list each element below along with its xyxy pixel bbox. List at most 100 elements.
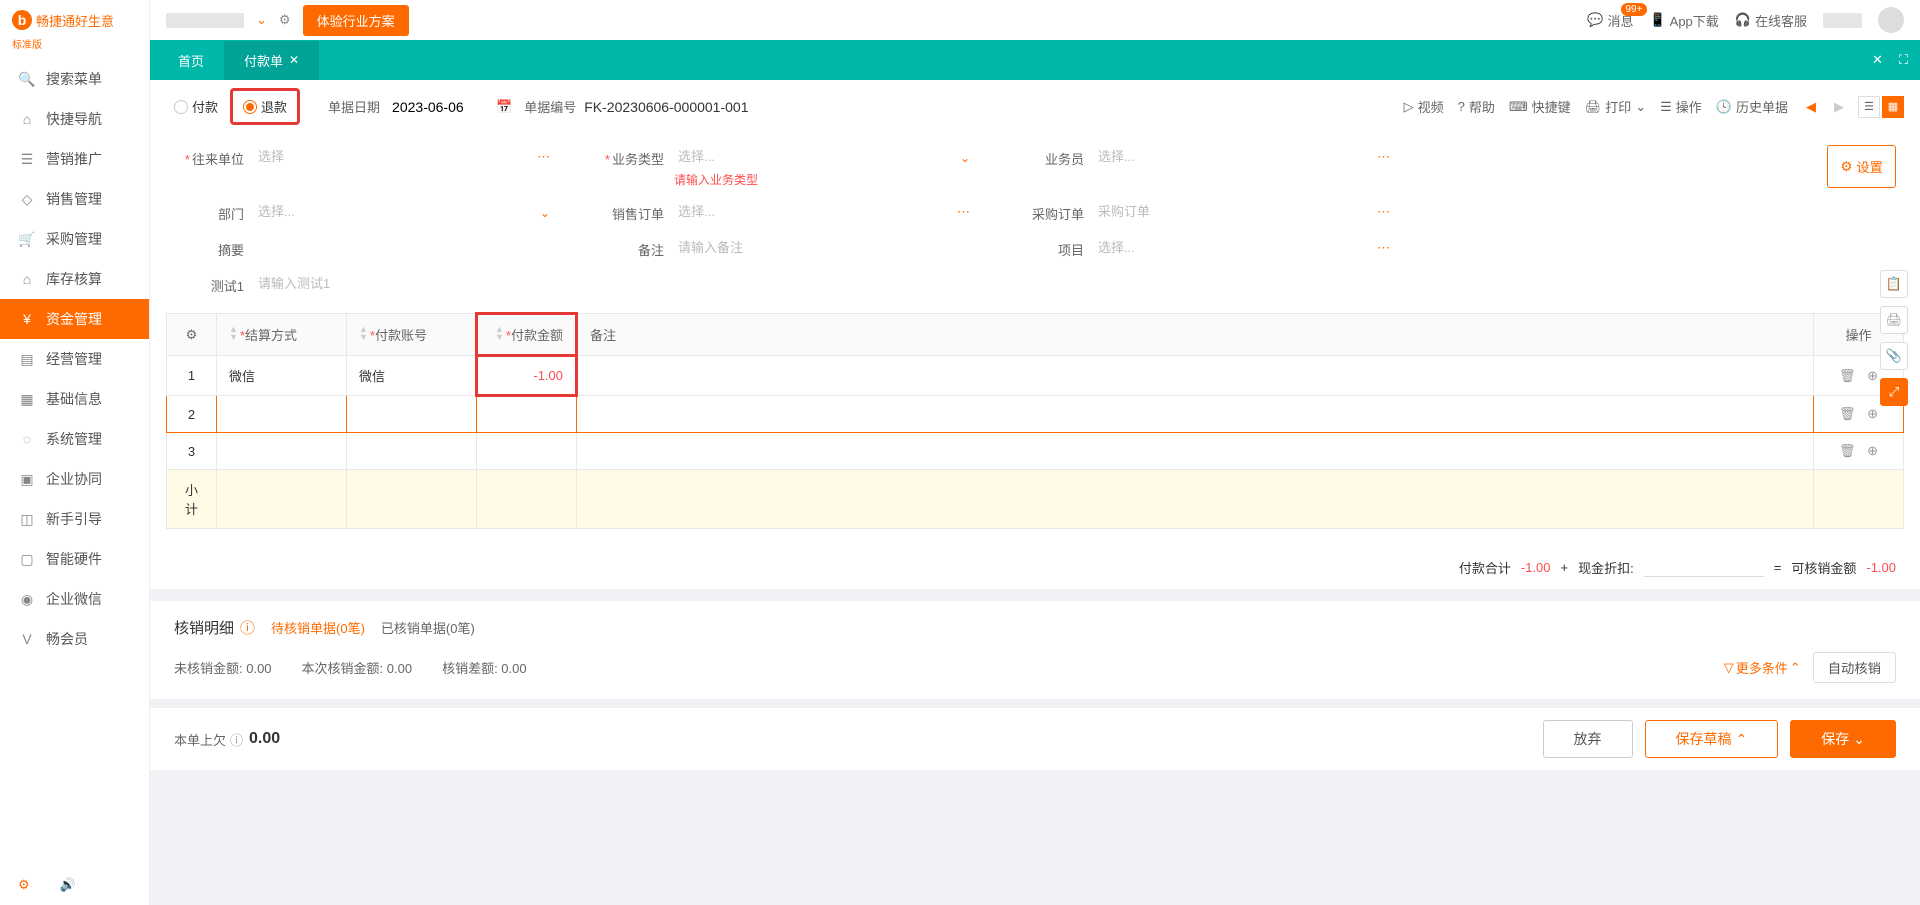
sidebar-item[interactable]: ▣企业协同 <box>0 459 149 499</box>
info-icon[interactable]: ⓘ <box>230 730 243 749</box>
prev-doc-arrow[interactable]: ◀ <box>1802 99 1820 115</box>
th-gear[interactable]: ⚙ <box>167 314 217 356</box>
app-download-link[interactable]: 📱 App下载 <box>1649 11 1718 30</box>
radio-refund[interactable]: 退款 <box>235 93 295 120</box>
more-dots-icon[interactable]: ⋯ <box>1377 149 1390 165</box>
form-settings-button[interactable]: ⚙ 设置 <box>1827 145 1896 188</box>
th-amount[interactable]: ▲▼付款金额 <box>477 314 577 356</box>
verify-tab-done[interactable]: 已核销单据(0笔) <box>381 618 475 637</box>
delete-row-icon[interactable]: 🗑 <box>1839 368 1856 383</box>
purchase-order-select[interactable] <box>1094 200 1394 224</box>
add-row-icon[interactable]: ⊕ <box>1867 406 1878 421</box>
cell-amount[interactable] <box>477 396 577 433</box>
float-tool-note[interactable]: 📋 <box>1880 270 1908 298</box>
sidebar-item[interactable]: ▢智能硬件 <box>0 539 149 579</box>
discard-button[interactable]: 放弃 <box>1543 720 1633 758</box>
th-method[interactable]: ▲▼结算方式 <box>217 314 347 356</box>
cell-remark[interactable] <box>577 356 1814 396</box>
more-dots-icon[interactable]: ⋯ <box>1377 240 1390 256</box>
tab-close-all-icon[interactable]: ✕ <box>1868 48 1887 72</box>
more-conditions-link[interactable]: ▽ 更多条件 ⌃ <box>1724 658 1801 677</box>
tab[interactable]: 首页 <box>158 41 224 80</box>
clerk-select[interactable] <box>1094 145 1394 169</box>
test1-input[interactable] <box>254 272 554 296</box>
float-tool-expand[interactable]: ⤢ <box>1880 378 1908 406</box>
summary-input[interactable] <box>254 236 554 260</box>
biz-type-select[interactable] <box>674 145 974 169</box>
sidebar-item[interactable]: 🔍搜索菜单 <box>0 59 149 99</box>
radio-payment[interactable]: 付款 <box>166 93 226 120</box>
support-link[interactable]: 🎧 在线客服 <box>1735 11 1807 30</box>
unit-select[interactable] <box>254 145 554 169</box>
th-account[interactable]: ▲▼付款账号 <box>347 314 477 356</box>
th-remark[interactable]: 备注 <box>577 314 1814 356</box>
doc-date-input[interactable] <box>388 95 488 119</box>
remark-input[interactable] <box>674 236 974 260</box>
cell-account[interactable] <box>347 396 477 433</box>
tab-close-icon[interactable]: ✕ <box>289 53 299 67</box>
info-icon[interactable]: ⓘ <box>240 617 255 638</box>
sidebar-item[interactable]: ◉企业微信 <box>0 579 149 619</box>
table-row[interactable]: 3 🗑 ⊕ <box>167 433 1904 470</box>
save-draft-button[interactable]: 保存草稿 ⌃ <box>1645 720 1779 758</box>
shortcut-link[interactable]: ⌨快捷键 <box>1509 97 1571 116</box>
discount-input[interactable] <box>1644 557 1764 577</box>
delete-row-icon[interactable]: 🗑 <box>1839 406 1856 421</box>
cell-remark[interactable] <box>577 433 1814 470</box>
add-row-icon[interactable]: ⊕ <box>1867 368 1878 383</box>
video-link[interactable]: ▷视频 <box>1404 97 1444 116</box>
try-industry-button[interactable]: 体验行业方案 <box>303 5 409 36</box>
sale-order-select[interactable] <box>674 200 974 224</box>
sidebar-item[interactable]: ▤经营管理 <box>0 339 149 379</box>
cell-amount[interactable] <box>477 433 577 470</box>
more-dots-icon[interactable]: ⋯ <box>537 149 550 165</box>
sidebar-item[interactable]: ◌系统管理 <box>0 419 149 459</box>
project-select[interactable] <box>1094 236 1394 260</box>
more-dots-icon[interactable]: ⋯ <box>1377 204 1390 220</box>
cell-account[interactable]: 微信 <box>347 356 477 396</box>
float-tool-attach[interactable]: 📎 <box>1880 342 1908 370</box>
cell-amount[interactable]: -1.00 <box>477 356 577 396</box>
auto-verify-button[interactable]: 自动核销 <box>1813 652 1896 683</box>
biz-type-error: 请输入业务类型 <box>674 171 974 188</box>
tab-fullscreen-icon[interactable]: ⛶ <box>1895 48 1912 72</box>
chevron-down-icon[interactable]: ⌄ <box>256 12 267 28</box>
settings-icon[interactable]: ⚙ <box>279 12 291 28</box>
cell-account[interactable] <box>347 433 477 470</box>
float-tool-print[interactable]: 🖨 <box>1880 306 1908 334</box>
verify-tab-pending[interactable]: 待核销单据(0笔) <box>271 618 365 637</box>
messages-link[interactable]: 💬 消息 99+ <box>1587 11 1633 30</box>
delete-row-icon[interactable]: 🗑 <box>1839 443 1856 458</box>
calendar-icon[interactable]: 📅 <box>496 99 512 115</box>
cell-remark[interactable] <box>577 396 1814 433</box>
sidebar-item[interactable]: ◫新手引导 <box>0 499 149 539</box>
cell-method[interactable]: 微信 <box>217 356 347 396</box>
tab[interactable]: 付款单✕ <box>224 41 319 80</box>
save-button[interactable]: 保存 ⌄ <box>1790 720 1896 758</box>
print-link[interactable]: 🖨打印⌄ <box>1585 97 1646 116</box>
next-doc-arrow[interactable]: ▶ <box>1834 99 1844 115</box>
sidebar-item[interactable]: ☰营销推广 <box>0 139 149 179</box>
table-row[interactable]: 1 微信 微信 -1.00 🗑 ⊕ <box>167 356 1904 396</box>
view-form-button[interactable]: ▦ <box>1882 96 1904 118</box>
avatar[interactable] <box>1878 7 1904 33</box>
table-row[interactable]: 2 🗑 ⊕ <box>167 396 1904 433</box>
dept-select[interactable] <box>254 200 554 224</box>
cell-method[interactable] <box>217 396 347 433</box>
sidebar-item[interactable]: 🛒采购管理 <box>0 219 149 259</box>
sidebar-item[interactable]: ⌂快捷导航 <box>0 99 149 139</box>
add-row-icon[interactable]: ⊕ <box>1867 443 1878 458</box>
cell-method[interactable] <box>217 433 347 470</box>
settings-gear-icon[interactable]: ⚙ <box>18 877 30 893</box>
view-list-button[interactable]: ☰ <box>1858 96 1880 118</box>
operate-link[interactable]: ☰操作 <box>1660 97 1702 116</box>
sidebar-item[interactable]: V畅会员 <box>0 619 149 659</box>
more-dots-icon[interactable]: ⋯ <box>957 204 970 220</box>
help-link[interactable]: ?帮助 <box>1458 97 1495 116</box>
sidebar-item[interactable]: ¥资金管理 <box>0 299 149 339</box>
sound-icon[interactable]: 🔊 <box>60 877 76 893</box>
history-link[interactable]: 🕓历史单据 <box>1716 97 1788 116</box>
sidebar-item[interactable]: ▦基础信息 <box>0 379 149 419</box>
sidebar-item[interactable]: ◇销售管理 <box>0 179 149 219</box>
sidebar-item[interactable]: ⌂库存核算 <box>0 259 149 299</box>
